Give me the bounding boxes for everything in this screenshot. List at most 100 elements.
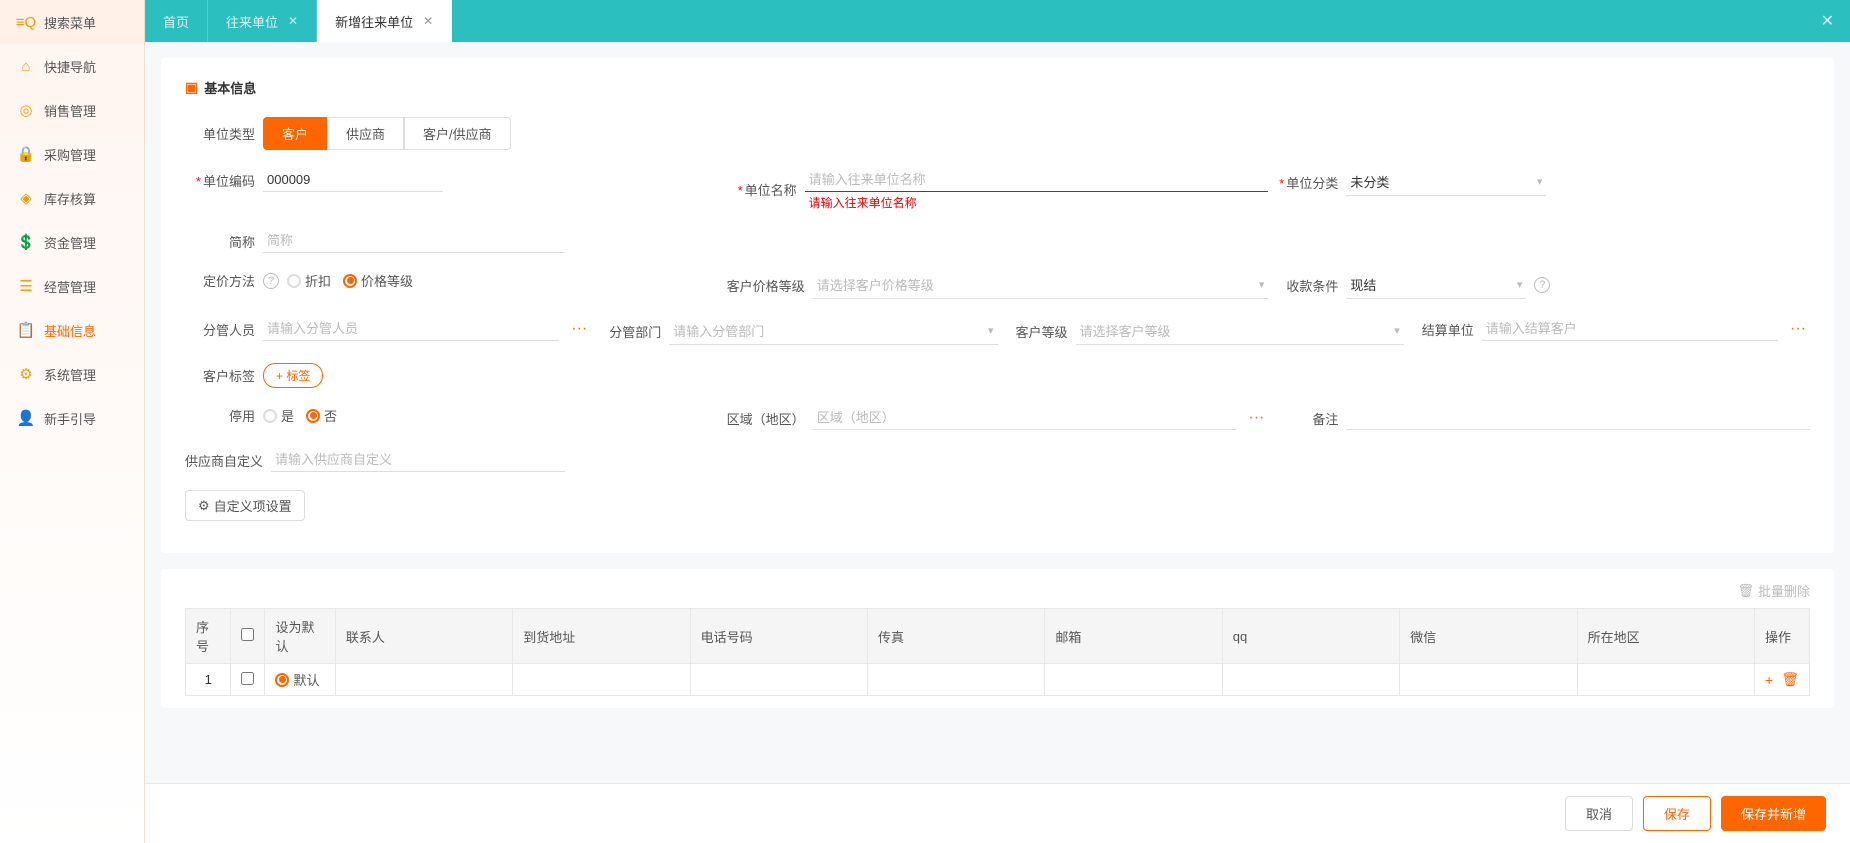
region-label: 区域（地区） <box>727 409 805 428</box>
sidebar-item-sales[interactable]: ◎ 销售管理 <box>0 88 144 132</box>
contacts-table: 序号 设为默认 联系人 到货地址 电话号码 传真 邮箱 qq 微信 所在地区 操… <box>185 608 1810 696</box>
qq-input[interactable] <box>1233 672 1390 687</box>
contact-input[interactable] <box>346 672 502 687</box>
th-index: 序号 <box>186 609 231 664</box>
unit-type-customer-btn[interactable]: 客户 <box>263 117 327 150</box>
settlement-unit-label: 结算单位 <box>1404 320 1474 339</box>
supplier-custom-item: 供应商自定义 <box>185 448 565 472</box>
table-section: 🗑 批量删除 序号 设为默认 联系人 到货地址 电话号码 传真 邮箱 qq <box>161 569 1834 708</box>
tab-bar: 首页 往来单位 ✕ 新增往来单位 ✕ ✕ <box>145 0 1850 42</box>
unit-type-supplier-btn[interactable]: 供应商 <box>327 117 404 150</box>
td-contact[interactable] <box>335 664 512 696</box>
disable-item: 停用 是 否 <box>185 406 727 425</box>
custom-settings-wrapper: ⚙ 自定义项设置 <box>185 490 1810 521</box>
region-more-btn[interactable]: ··· <box>1244 409 1268 427</box>
pricing-level-circle <box>343 274 357 288</box>
disable-no-circle <box>306 409 320 423</box>
address-input[interactable] <box>523 672 679 687</box>
unit-name-wrapper: 请输入往来单位名称 <box>805 168 1269 211</box>
wechat-input[interactable] <box>1410 672 1566 687</box>
td-email[interactable] <box>1045 664 1222 696</box>
td-area[interactable] <box>1577 664 1754 696</box>
phone-input[interactable] <box>701 672 857 687</box>
sidebar-item-operations[interactable]: ☰ 经营管理 <box>0 264 144 308</box>
short-name-input[interactable] <box>263 229 565 253</box>
customer-level-select[interactable]: 请选择客户等级 ▾ <box>1076 317 1404 345</box>
sidebar-item-guide[interactable]: 👤 新手引导 <box>0 396 144 440</box>
th-default: 设为默认 <box>265 609 335 664</box>
save-button[interactable]: 保存 <box>1643 796 1711 831</box>
region-input[interactable] <box>813 406 1237 430</box>
unit-type-both-btn[interactable]: 客户/供应商 <box>404 117 511 150</box>
td-checkbox[interactable] <box>231 664 265 696</box>
manager-input[interactable] <box>263 317 559 341</box>
payment-terms-help-icon[interactable]: ? <box>1534 277 1550 293</box>
sidebar-item-finance[interactable]: 💲 资金管理 <box>0 220 144 264</box>
sidebar-item-basic-info[interactable]: 📋 基础信息 <box>0 308 144 352</box>
customer-level-placeholder: 请选择客户等级 <box>1080 321 1395 340</box>
email-input[interactable] <box>1055 672 1211 687</box>
batch-delete-btn[interactable]: 🗑 批量删除 <box>1737 581 1810 600</box>
batch-delete-label: 批量删除 <box>1758 581 1810 600</box>
delete-row-btn[interactable]: 🗑 <box>1781 671 1799 688</box>
sidebar: ≡Q 搜索菜单 ⌂ 快捷导航 ◎ 销售管理 🔒 采购管理 ◈ 库存核算 💲 资金… <box>0 0 145 843</box>
remarks-input[interactable] <box>1346 406 1810 430</box>
fax-input[interactable] <box>878 672 1034 687</box>
customer-price-level-placeholder: 请选择客户价格等级 <box>817 275 1259 294</box>
settlement-unit-input[interactable] <box>1482 317 1778 341</box>
save-new-button[interactable]: 保存并新增 <box>1721 796 1826 831</box>
short-name-label: 简称 <box>185 232 255 251</box>
customer-price-level-select[interactable]: 请选择客户价格等级 ▾ <box>813 271 1269 299</box>
add-row-btn[interactable]: + <box>1765 672 1773 688</box>
tab-contacts-close[interactable]: ✕ <box>288 14 298 28</box>
default-radio[interactable]: 默认 <box>275 670 324 689</box>
td-wechat[interactable] <box>1400 664 1577 696</box>
unit-name-input[interactable] <box>805 168 1269 192</box>
tab-home[interactable]: 首页 <box>145 0 208 42</box>
td-phone[interactable] <box>690 664 867 696</box>
supplier-custom-input[interactable] <box>271 448 565 472</box>
sidebar-item-quick-nav[interactable]: ⌂ 快捷导航 <box>0 44 144 88</box>
td-address[interactable] <box>513 664 690 696</box>
tab-contacts[interactable]: 往来单位 ✕ <box>208 0 317 42</box>
tab-new-contact-label: 新增往来单位 <box>335 12 413 31</box>
th-checkbox[interactable] <box>231 609 265 664</box>
disable-yes-radio[interactable]: 是 <box>263 406 294 425</box>
sidebar-item-search[interactable]: ≡Q 搜索菜单 <box>0 0 144 44</box>
custom-settings-btn[interactable]: ⚙ 自定义项设置 <box>185 490 305 521</box>
tab-new-contact-close[interactable]: ✕ <box>423 14 433 28</box>
purchase-icon: 🔒 <box>16 144 36 164</box>
td-fax[interactable] <box>868 664 1045 696</box>
sidebar-item-system[interactable]: ⚙ 系统管理 <box>0 352 144 396</box>
disable-no-radio[interactable]: 否 <box>306 406 337 425</box>
disable-yes-circle <box>263 409 277 423</box>
manager-more-btn[interactable]: ··· <box>567 320 591 338</box>
pricing-level-dot <box>347 277 354 284</box>
window-close-icon[interactable]: ✕ <box>1805 11 1850 31</box>
td-qq[interactable] <box>1222 664 1400 696</box>
sidebar-item-label: 快捷导航 <box>44 57 96 76</box>
row-actions: + 🗑 <box>1765 671 1799 688</box>
table-header-row: 序号 设为默认 联系人 到货地址 电话号码 传真 邮箱 qq 微信 所在地区 操… <box>186 609 1810 664</box>
row-checkbox[interactable] <box>241 672 254 685</box>
pricing-discount-radio[interactable]: 折扣 <box>287 271 331 290</box>
unit-category-select[interactable]: 未分类 ▾ <box>1346 168 1546 196</box>
supplier-custom-row: 供应商自定义 <box>185 448 1810 472</box>
payment-terms-label: 收款条件 <box>1268 276 1338 295</box>
pricing-level-radio[interactable]: 价格等级 <box>343 271 413 290</box>
select-all-checkbox[interactable] <box>241 628 254 641</box>
sales-icon: ◎ <box>16 100 36 120</box>
pricing-help-icon[interactable]: ? <box>263 273 279 289</box>
unit-code-input[interactable] <box>263 168 443 192</box>
settlement-unit-more-btn[interactable]: ··· <box>1786 320 1810 338</box>
department-select[interactable]: 请输入分管部门 ▾ <box>669 317 997 345</box>
area-input[interactable] <box>1588 672 1744 687</box>
cancel-button[interactable]: 取消 <box>1565 796 1633 831</box>
add-tag-btn[interactable]: + 标签 <box>263 363 323 388</box>
payment-terms-select[interactable]: 现结 ▾ <box>1346 271 1526 299</box>
sidebar-item-label: 资金管理 <box>44 233 96 252</box>
th-phone: 电话号码 <box>690 609 867 664</box>
sidebar-item-inventory[interactable]: ◈ 库存核算 <box>0 176 144 220</box>
tab-new-contact[interactable]: 新增往来单位 ✕ <box>317 0 452 42</box>
sidebar-item-purchase[interactable]: 🔒 采购管理 <box>0 132 144 176</box>
